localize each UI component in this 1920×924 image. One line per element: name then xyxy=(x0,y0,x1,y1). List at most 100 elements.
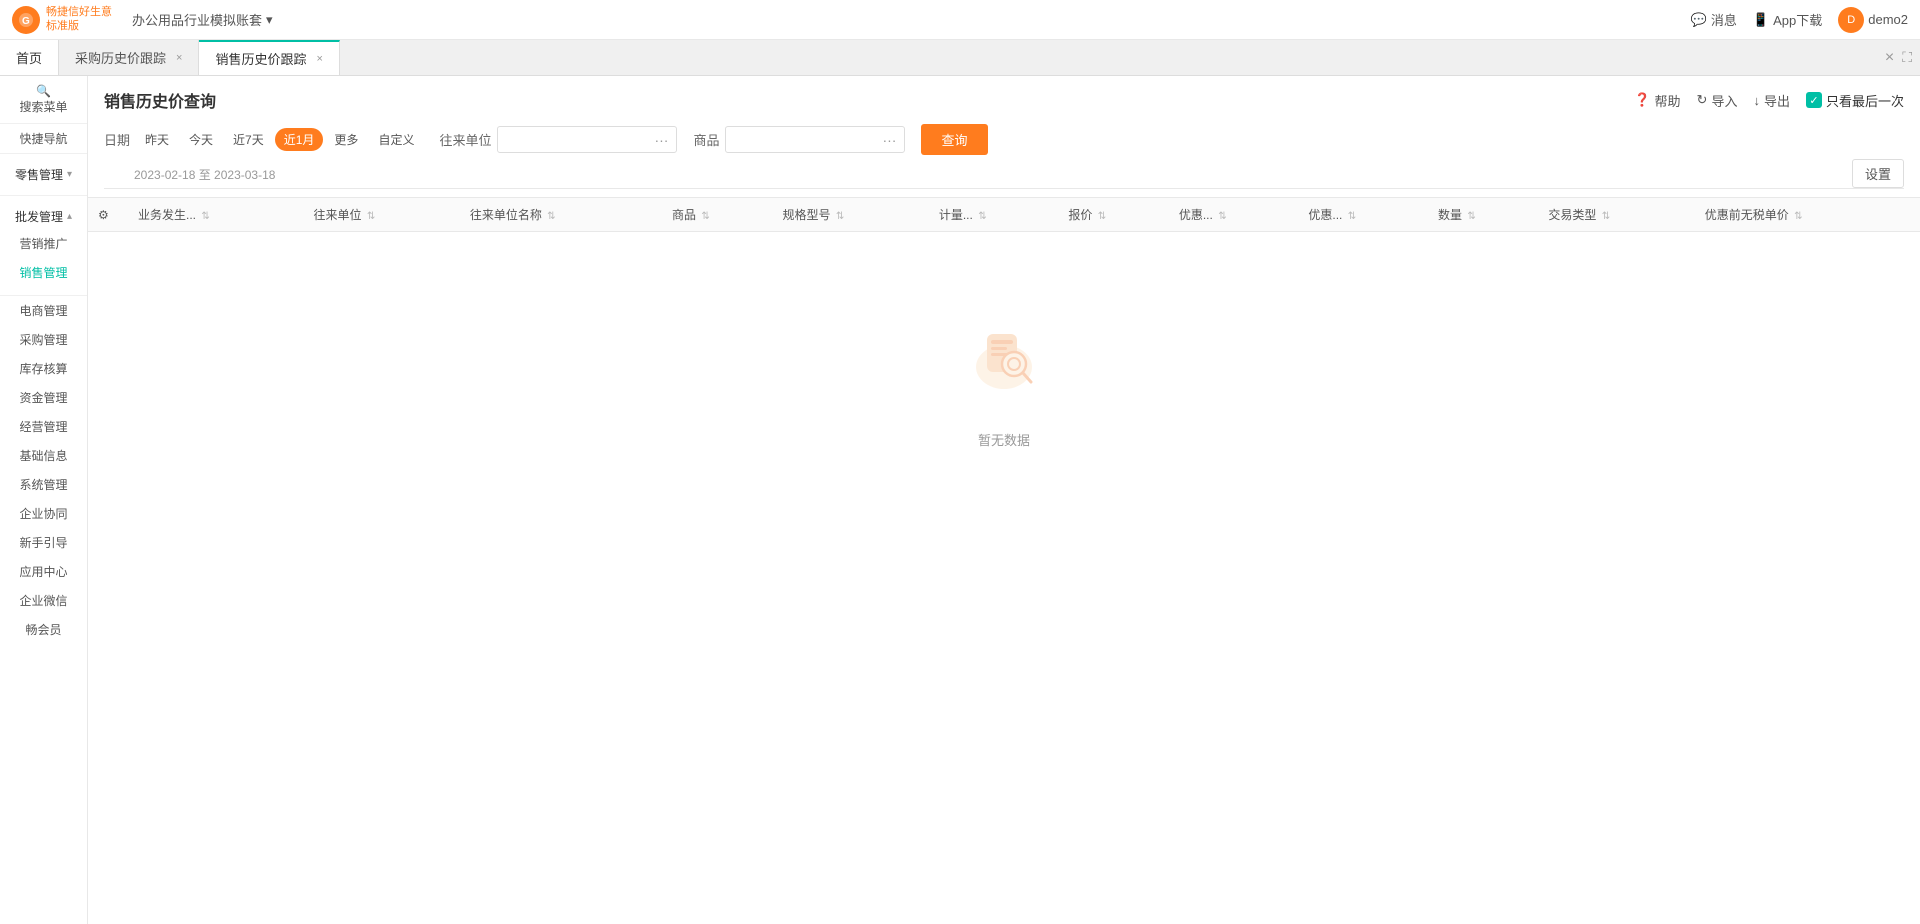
date-btn-last1m[interactable]: 近1月 xyxy=(275,128,324,151)
tab-home[interactable]: 首页 xyxy=(0,40,59,75)
sort-icon: ⇅ xyxy=(547,211,555,222)
sidebar-item-sales[interactable]: 销售管理 xyxy=(4,258,83,287)
user-menu[interactable]: D demo2 xyxy=(1838,7,1908,33)
sidebar-item-member[interactable]: 畅会员 xyxy=(0,615,87,644)
tab-sales-close-icon[interactable]: × xyxy=(316,53,322,65)
sidebar-item-ecommerce-label: 电商管理 xyxy=(19,304,67,318)
th-trade-type[interactable]: 交易类型 ⇅ xyxy=(1538,198,1694,232)
fullscreen-icon[interactable]: ⛶ xyxy=(1902,49,1912,66)
sidebar-item-finance-label: 资金管理 xyxy=(19,391,67,405)
only-last-label: 只看最后一次 xyxy=(1826,91,1904,110)
th-partner-name-label: 往来单位名称 xyxy=(470,208,542,222)
tabbar: 首页 采购历史价跟踪 × 销售历史价跟踪 × × ⛶ xyxy=(0,40,1920,76)
settings-icon[interactable]: ⚙ xyxy=(98,208,109,222)
logo-text: 畅捷信好生意 标准版 xyxy=(46,6,112,32)
app-name: 办公用品行业模拟账套 xyxy=(132,10,262,29)
th-trade-type-label: 交易类型 xyxy=(1548,208,1596,222)
topbar-right: 💬 消息 📱 App下载 D demo2 xyxy=(1691,7,1908,33)
tab-purchase-history[interactable]: 采购历史价跟踪 × xyxy=(59,40,199,75)
th-unit[interactable]: 计量... ⇅ xyxy=(929,198,1059,232)
th-spec[interactable]: 规格型号 ⇅ xyxy=(772,198,928,232)
sidebar-search-label: 搜索菜单 xyxy=(8,98,79,115)
import-icon: ↻ xyxy=(1697,92,1708,108)
date-range-row: 2023-02-18 至 2023-03-18 设置 xyxy=(104,159,1904,188)
tab-sales-history[interactable]: 销售历史价跟踪 × xyxy=(199,40,339,75)
date-btn-today[interactable]: 今天 xyxy=(180,128,222,151)
help-icon: ❓ xyxy=(1634,92,1650,108)
sidebar: 🔍 搜索菜单 快捷导航 零售管理 ▾ 批发管理 ▴ 营销推广 销售管理 电 xyxy=(0,76,88,924)
sidebar-item-system[interactable]: 系统管理 xyxy=(0,470,87,499)
th-biz-date[interactable]: 业务发生... ⇅ xyxy=(128,198,303,232)
sort-icon: ⇅ xyxy=(1794,211,1802,222)
partner-filter-group: 往来单位 ··· xyxy=(439,126,677,153)
import-button[interactable]: ↻ 导入 xyxy=(1697,91,1738,110)
th-discount2-label: 优惠... xyxy=(1308,208,1342,222)
sidebar-item-newbie-label: 新手引导 xyxy=(19,536,67,550)
sort-icon: ⇅ xyxy=(201,211,209,222)
sidebar-item-retail[interactable]: 零售管理 ▾ xyxy=(4,162,83,187)
tab-purchase-close-icon[interactable]: × xyxy=(176,52,182,64)
sidebar-item-ecommerce[interactable]: 电商管理 xyxy=(0,296,87,325)
sidebar-item-purchase[interactable]: 采购管理 xyxy=(0,325,87,354)
sort-icon: ⇅ xyxy=(367,211,375,222)
help-button[interactable]: ❓ 帮助 xyxy=(1634,91,1680,110)
app-download-button[interactable]: 📱 App下载 xyxy=(1753,10,1822,29)
sidebar-item-marketing-label: 营销推广 xyxy=(19,237,67,251)
sidebar-quick-nav[interactable]: 快捷导航 xyxy=(0,124,87,154)
sidebar-item-sales-label: 销售管理 xyxy=(19,266,67,280)
th-discount1[interactable]: 优惠... ⇅ xyxy=(1169,198,1299,232)
sort-icon: ⇅ xyxy=(1467,211,1475,222)
th-unit-label: 计量... xyxy=(939,208,973,222)
goods-input-placeholder xyxy=(734,130,882,149)
th-partner-code[interactable]: 往来单位 ⇅ xyxy=(303,198,459,232)
date-btn-yesterday[interactable]: 昨天 xyxy=(136,128,178,151)
date-btn-more[interactable]: 更多 xyxy=(325,128,367,151)
th-pre-tax-price-label: 优惠前无税单价 xyxy=(1705,208,1789,222)
tab-home-label: 首页 xyxy=(16,48,42,67)
partner-input-placeholder xyxy=(506,130,654,149)
export-button[interactable]: ↓ 导出 xyxy=(1753,91,1790,110)
partner-input[interactable]: ··· xyxy=(497,126,677,153)
sidebar-item-basic-label: 基础信息 xyxy=(19,449,67,463)
th-settings[interactable]: ⚙ xyxy=(88,198,128,232)
th-quantity[interactable]: 数量 ⇅ xyxy=(1428,198,1538,232)
export-icon: ↓ xyxy=(1753,93,1760,108)
sort-icon: ⇅ xyxy=(836,211,844,222)
sidebar-section-wholesale: 批发管理 ▴ 营销推广 销售管理 xyxy=(0,196,87,296)
only-last-checkbox[interactable]: ✓ 只看最后一次 xyxy=(1806,91,1904,110)
sidebar-item-wholesale[interactable]: 批发管理 ▴ xyxy=(4,204,83,229)
sidebar-item-newbie[interactable]: 新手引导 xyxy=(0,528,87,557)
goods-input[interactable]: ··· xyxy=(725,126,905,153)
sidebar-item-basic[interactable]: 基础信息 xyxy=(0,441,87,470)
sidebar-item-wechat[interactable]: 企业微信 xyxy=(0,586,87,615)
app-selector[interactable]: 办公用品行业模拟账套 ▾ xyxy=(132,10,273,29)
sort-icon: ⇅ xyxy=(1348,211,1356,222)
sidebar-item-finance[interactable]: 资金管理 xyxy=(0,383,87,412)
sort-icon: ⇅ xyxy=(701,211,709,222)
setting-button[interactable]: 设置 xyxy=(1852,159,1904,188)
th-discount2[interactable]: 优惠... ⇅ xyxy=(1298,198,1428,232)
sidebar-item-enterprise[interactable]: 企业协同 xyxy=(0,499,87,528)
th-goods[interactable]: 商品 ⇅ xyxy=(662,198,772,232)
message-button[interactable]: 💬 消息 xyxy=(1691,10,1737,29)
sidebar-item-operation[interactable]: 经营管理 xyxy=(0,412,87,441)
sidebar-item-marketing[interactable]: 营销推广 xyxy=(4,229,83,258)
date-btn-custom[interactable]: 自定义 xyxy=(369,128,423,151)
sidebar-search[interactable]: 🔍 搜索菜单 xyxy=(0,76,87,124)
topbar-left: G 畅捷信好生意 标准版 办公用品行业模拟账套 ▾ xyxy=(12,6,273,34)
partner-input-dots: ··· xyxy=(654,132,668,148)
empty-state: 暂无数据 xyxy=(88,232,1920,529)
th-goods-label: 商品 xyxy=(672,208,696,222)
query-button[interactable]: 查询 xyxy=(921,124,987,155)
th-pre-tax-price[interactable]: 优惠前无税单价 ⇅ xyxy=(1695,198,1920,232)
th-partner-name[interactable]: 往来单位名称 ⇅ xyxy=(460,198,662,232)
close-all-icon[interactable]: × xyxy=(1885,49,1894,67)
sidebar-item-appstore[interactable]: 应用中心 xyxy=(0,557,87,586)
sidebar-item-inventory[interactable]: 库存核算 xyxy=(0,354,87,383)
date-btn-last7[interactable]: 近7天 xyxy=(224,128,273,151)
goods-filter-group: 商品 ··· xyxy=(693,126,905,153)
th-price[interactable]: 报价 ⇅ xyxy=(1058,198,1168,232)
date-filter-group: 日期 昨天 今天 近7天 近1月 更多 自定义 xyxy=(104,128,423,151)
page-title-row: 销售历史价查询 ❓ 帮助 ↻ 导入 ↓ 导出 ✓ xyxy=(104,88,1904,112)
date-range-text: 2023-02-18 至 2023-03-18 xyxy=(134,166,275,183)
